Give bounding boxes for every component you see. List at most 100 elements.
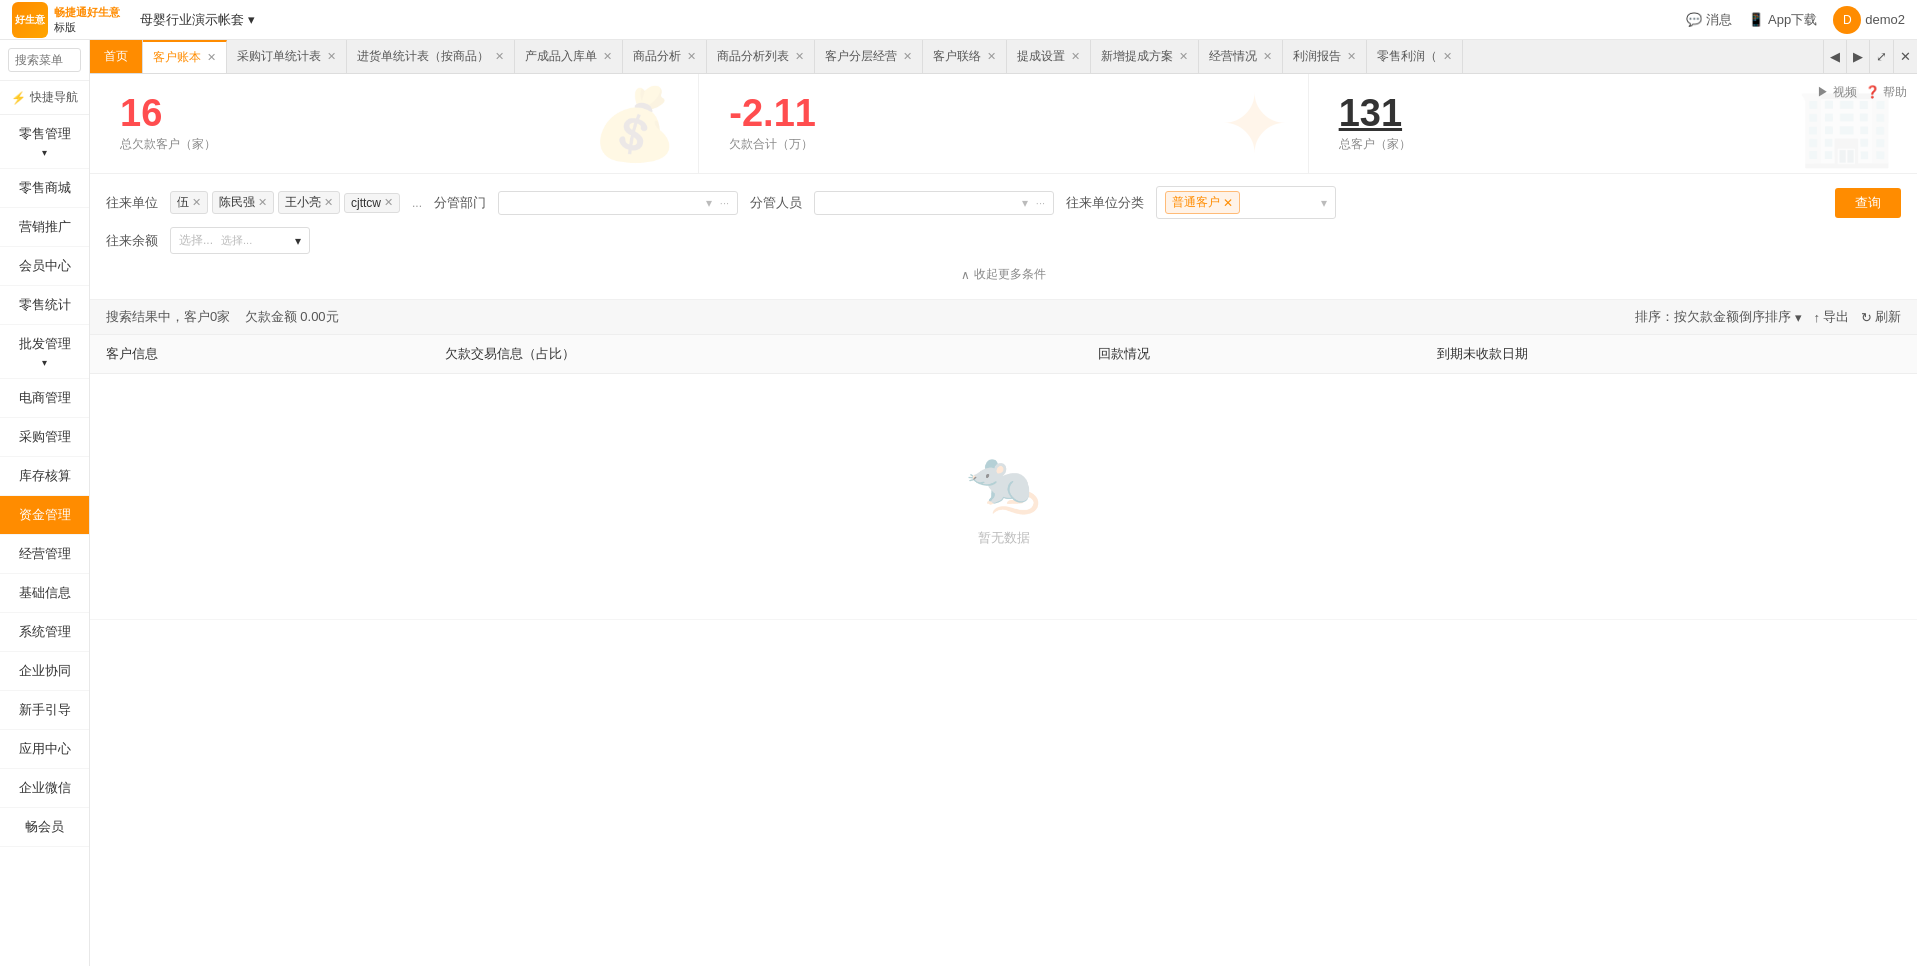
sidebar-item-changhui[interactable]: 畅会员 bbox=[0, 808, 89, 847]
tab-close-btn[interactable]: ✕ bbox=[795, 50, 804, 63]
tab-label: 进货单统计表（按商品） bbox=[357, 48, 489, 65]
tab-close-btn[interactable]: ✕ bbox=[987, 50, 996, 63]
remove-customer-type-icon[interactable]: ✕ bbox=[1223, 196, 1233, 210]
tab-9[interactable]: 提成设置✕ bbox=[1007, 40, 1091, 74]
tab-close-all-button[interactable]: ✕ bbox=[1893, 40, 1917, 74]
sidebar-item-pifaguanli[interactable]: 批发管理▾ bbox=[0, 325, 89, 379]
stat-label-customers: 总欠款客户（家） bbox=[120, 136, 216, 153]
sidebar-item-yingyong[interactable]: 应用中心 bbox=[0, 730, 89, 769]
tab-close-btn[interactable]: ✕ bbox=[327, 50, 336, 63]
refresh-button[interactable]: ↻ 刷新 bbox=[1861, 308, 1901, 326]
tab-7[interactable]: 客户分层经营✕ bbox=[815, 40, 923, 74]
tab-prev-button[interactable]: ◀ bbox=[1823, 40, 1846, 74]
filter-tag-陈民强: 陈民强✕ bbox=[212, 191, 274, 214]
tab-close-btn[interactable]: ✕ bbox=[495, 50, 504, 63]
sidebar-item-kucun[interactable]: 库存核算 bbox=[0, 457, 89, 496]
doc-help-button[interactable]: ❓ 帮助 bbox=[1865, 84, 1907, 101]
tab-close-btn[interactable]: ✕ bbox=[603, 50, 612, 63]
filter-tag-伍: 伍✕ bbox=[170, 191, 208, 214]
sidebar-item-lingshao_mall[interactable]: 零售商城 bbox=[0, 169, 89, 208]
tab-13[interactable]: 零售利润（✕ bbox=[1367, 40, 1463, 74]
tab-2[interactable]: 采购订单统计表 ✕ bbox=[227, 40, 347, 74]
message-button[interactable]: 💬 消息 bbox=[1686, 11, 1732, 29]
tab-close-btn[interactable]: ✕ bbox=[207, 51, 216, 64]
sidebar-item-label: 企业微信 bbox=[19, 779, 71, 797]
filter-row-1: 往来单位 伍✕陈民强✕王小亮✕cjttcw✕ ... 分管部门 ▾ ··· 分管… bbox=[106, 186, 1901, 219]
sidebar-item-lingshao[interactable]: 零售管理▾ bbox=[0, 115, 89, 169]
sidebar-item-qiye[interactable]: 企业协同 bbox=[0, 652, 89, 691]
tab-10[interactable]: 新增提成方案✕ bbox=[1091, 40, 1199, 74]
sidebar-item-label: 资金管理 bbox=[19, 506, 71, 524]
industry-selector[interactable]: 母婴行业演示帐套 ▾ bbox=[140, 11, 255, 29]
sidebar-item-label: 库存核算 bbox=[19, 467, 71, 485]
sidebar-item-qiyeweixin[interactable]: 企业微信 bbox=[0, 769, 89, 808]
sidebar-item-label: 新手引导 bbox=[19, 701, 71, 719]
phone-icon: 📱 bbox=[1748, 12, 1764, 27]
filter-tag-remove[interactable]: ✕ bbox=[192, 196, 201, 209]
quick-nav-button[interactable]: ⚡ 快捷导航 bbox=[0, 81, 89, 115]
sidebar-item-jichu[interactable]: 基础信息 bbox=[0, 574, 89, 613]
sidebar: ⚡ 快捷导航 零售管理▾零售商城营销推广会员中心零售统计批发管理▾电商管理采购管… bbox=[0, 40, 90, 966]
tab-close-btn[interactable]: ✕ bbox=[1071, 50, 1080, 63]
tab-close-btn[interactable]: ✕ bbox=[1263, 50, 1272, 63]
tab-5[interactable]: 商品分析✕ bbox=[623, 40, 707, 74]
sidebar-item-zijin[interactable]: 资金管理 bbox=[0, 496, 89, 535]
filter-tag-remove[interactable]: ✕ bbox=[258, 196, 267, 209]
tab-close-btn[interactable]: ✕ bbox=[1179, 50, 1188, 63]
person-input[interactable]: ▾ ··· bbox=[814, 191, 1054, 215]
tab-close-btn[interactable]: ✕ bbox=[903, 50, 912, 63]
tab-label: 首页 bbox=[104, 48, 128, 65]
collapse-button[interactable]: ∧ 收起更多条件 bbox=[106, 262, 1901, 287]
user-area[interactable]: D demo2 bbox=[1833, 6, 1905, 34]
sidebar-item-dianguan[interactable]: 电商管理 bbox=[0, 379, 89, 418]
tab-maximize-button[interactable]: ⤢ bbox=[1869, 40, 1893, 74]
sidebar-item-huiyuan[interactable]: 会员中心 bbox=[0, 247, 89, 286]
table-col-2: 回款情况 bbox=[1082, 335, 1421, 374]
sidebar-item-caigou[interactable]: 采购管理 bbox=[0, 418, 89, 457]
balance-select[interactable]: 选择... 选择... ▾ bbox=[170, 227, 310, 254]
sidebar-item-xinshou[interactable]: 新手引导 bbox=[0, 691, 89, 730]
sort-select[interactable]: 排序：按欠款金额倒序排序 ▾ bbox=[1635, 308, 1802, 326]
tab-label: 经营情况 bbox=[1209, 48, 1257, 65]
content-area: 首页客户账本✕采购订单统计表✕进货单统计表（按商品）✕产成品入库单✕商品分析✕商… bbox=[90, 40, 1917, 966]
dept-input[interactable]: ▾ ··· bbox=[498, 191, 738, 215]
query-button[interactable]: 查询 bbox=[1835, 188, 1901, 218]
tab-8[interactable]: 客户联络✕ bbox=[923, 40, 1007, 74]
sidebar-item-label: 经营管理 bbox=[19, 545, 71, 563]
tab-12[interactable]: 利润报告✕ bbox=[1283, 40, 1367, 74]
stat-value-all: 131 bbox=[1339, 94, 1402, 132]
stat-bg-icon-2: ✦ bbox=[1221, 77, 1288, 170]
tab-label: 采购订单统计表 bbox=[237, 48, 321, 65]
sidebar-item-jingying[interactable]: 经营管理 bbox=[0, 535, 89, 574]
sidebar-item-lingshaotj[interactable]: 零售统计 bbox=[0, 286, 89, 325]
play-icon: ▶ bbox=[1817, 85, 1829, 99]
app-download-button[interactable]: 📱 App下载 bbox=[1748, 11, 1817, 29]
unit-class-input[interactable]: 普通客户 ✕ ▾ bbox=[1156, 186, 1336, 219]
tab-close-btn[interactable]: ✕ bbox=[1347, 50, 1356, 63]
stat-label-all: 总客户（家） bbox=[1339, 136, 1411, 153]
tab-6[interactable]: 商品分析列表✕ bbox=[707, 40, 815, 74]
filter-tag-remove[interactable]: ✕ bbox=[384, 196, 393, 209]
tab-close-btn[interactable]: ✕ bbox=[1443, 50, 1452, 63]
tab-1[interactable]: 客户账本✕ bbox=[143, 40, 227, 74]
filter-more-button[interactable]: ... bbox=[412, 196, 422, 210]
dept-more-icon: ··· bbox=[720, 197, 729, 209]
tab-11[interactable]: 经营情况 ✕ bbox=[1199, 40, 1283, 74]
sidebar-items: 零售管理▾零售商城营销推广会员中心零售统计批发管理▾电商管理采购管理库存核算资金… bbox=[0, 115, 89, 847]
stat-value-amount: -2.11 bbox=[729, 94, 816, 132]
video-help-button[interactable]: ▶ 视频 bbox=[1817, 84, 1856, 101]
tab-next-button[interactable]: ▶ bbox=[1846, 40, 1869, 74]
filter-tag-remove[interactable]: ✕ bbox=[324, 196, 333, 209]
search-input[interactable] bbox=[8, 48, 81, 72]
sidebar-item-xitong[interactable]: 系统管理 bbox=[0, 613, 89, 652]
export-icon: ↑ bbox=[1814, 310, 1821, 325]
balance-placeholder: 选择... bbox=[179, 232, 213, 249]
tab-bar: 首页客户账本✕采购订单统计表✕进货单统计表（按商品）✕产成品入库单✕商品分析✕商… bbox=[90, 40, 1917, 74]
export-button[interactable]: ↑ 导出 bbox=[1814, 308, 1850, 326]
tab-close-btn[interactable]: ✕ bbox=[687, 50, 696, 63]
sidebar-item-yingxiao[interactable]: 营销推广 bbox=[0, 208, 89, 247]
tab-3[interactable]: 进货单统计表（按商品） ✕ bbox=[347, 40, 515, 74]
tab-4[interactable]: 产成品入库单✕ bbox=[515, 40, 623, 74]
tab-0[interactable]: 首页 bbox=[90, 40, 143, 74]
table-col-1: 欠款交易信息（占比） bbox=[429, 335, 1082, 374]
